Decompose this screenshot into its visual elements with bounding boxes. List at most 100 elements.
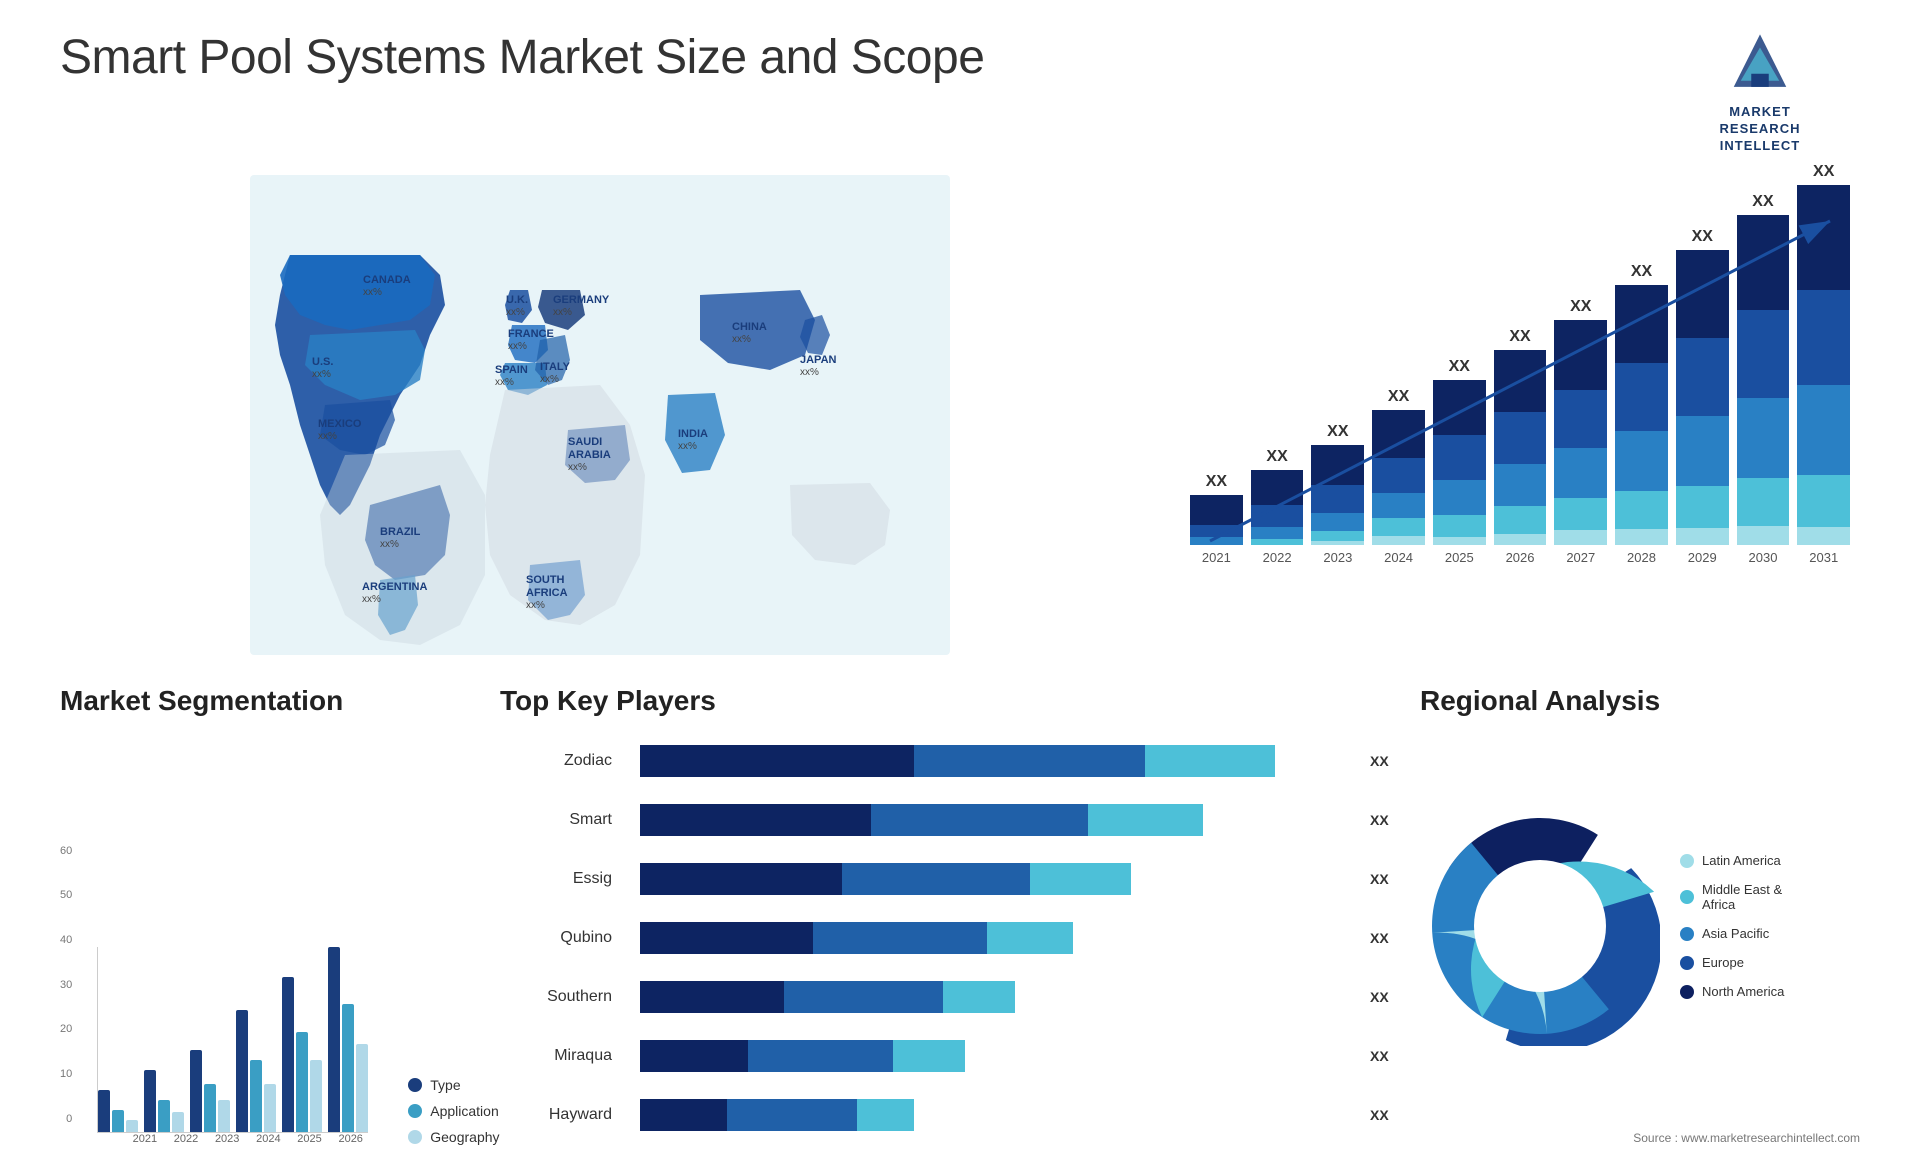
legend-label-geography: Geography [430, 1129, 499, 1145]
svg-text:xx%: xx% [506, 307, 525, 318]
players-names: Zodiac Smart Essig Qubino Southern Miraq… [500, 732, 620, 1145]
seg-x-labels: 2021 2022 2023 2024 2025 2026 [97, 1133, 368, 1145]
svg-text:GERMANY: GERMANY [553, 294, 610, 306]
source-text: Source : www.marketresearchintellect.com [1420, 1131, 1860, 1145]
svg-text:FRANCE: FRANCE [508, 328, 554, 340]
svg-text:xx%: xx% [362, 594, 381, 605]
reg-dot-europe [1680, 956, 1694, 970]
seg-bar-group [236, 1010, 276, 1132]
top-section: CANADA xx% U.S. xx% MEXICO xx% BRAZIL xx… [60, 175, 1860, 655]
legend-type: Type [408, 1077, 499, 1093]
reg-legend-na: North America [1680, 984, 1784, 999]
seg-bar-group [144, 1070, 184, 1132]
svg-text:AFRICA: AFRICA [526, 587, 568, 599]
svg-text:SOUTH: SOUTH [526, 574, 565, 586]
svg-text:xx%: xx% [312, 369, 331, 380]
svg-text:MEXICO: MEXICO [318, 418, 362, 430]
player-xx-zodiac: XX [1370, 753, 1400, 769]
bar-group-2025: XX 2025 [1433, 358, 1486, 565]
bar-group-2028: XX 2028 [1615, 263, 1668, 565]
bottom-section: Market Segmentation 60 50 40 30 20 10 0 [60, 685, 1860, 1145]
donut-chart [1420, 806, 1660, 1046]
seg-bar-group [190, 1050, 230, 1132]
player-bar-qubino: XX [640, 922, 1400, 954]
svg-text:CHINA: CHINA [732, 321, 767, 333]
player-bar-zodiac: XX [640, 745, 1400, 777]
svg-text:INDIA: INDIA [678, 428, 708, 440]
bar-group-2027: XX 2027 [1554, 298, 1607, 565]
svg-text:ARABIA: ARABIA [568, 449, 611, 461]
svg-text:xx%: xx% [380, 539, 399, 550]
svg-text:xx%: xx% [508, 341, 527, 352]
bar-group-2029: XX 2029 [1676, 228, 1729, 565]
svg-text:xx%: xx% [363, 287, 382, 298]
svg-text:xx%: xx% [495, 377, 514, 388]
svg-text:ITALY: ITALY [540, 361, 571, 373]
players-inner: Zodiac Smart Essig Qubino Southern Miraq… [500, 732, 1400, 1145]
svg-text:xx%: xx% [800, 367, 819, 378]
segmentation-title: Market Segmentation [60, 685, 480, 717]
svg-text:CANADA: CANADA [363, 274, 411, 286]
svg-text:xx%: xx% [732, 334, 751, 345]
reg-label-na: North America [1702, 984, 1784, 999]
regional-container: Regional Analysis [1420, 685, 1860, 1145]
seg-legend: Type Application Geography [408, 1077, 499, 1145]
svg-text:xx%: xx% [678, 441, 697, 452]
legend-geography: Geography [408, 1129, 499, 1145]
logo-area: MARKETRESEARCHINTELLECT [1660, 30, 1860, 155]
player-xx-smart: XX [1370, 812, 1400, 828]
logo-icon [1725, 30, 1795, 100]
reg-dot-apac [1680, 927, 1694, 941]
reg-dot-mea [1680, 890, 1694, 904]
player-xx-southern: XX [1370, 989, 1400, 1005]
page-title: Smart Pool Systems Market Size and Scope [60, 30, 984, 85]
svg-text:U.S.: U.S. [312, 356, 333, 368]
seg-bars [97, 947, 368, 1133]
player-name-essig: Essig [500, 870, 620, 888]
svg-text:U.K.: U.K. [506, 294, 528, 306]
reg-legend-latin: Latin America [1680, 853, 1784, 868]
reg-legend-apac: Asia Pacific [1680, 926, 1784, 941]
svg-text:xx%: xx% [553, 307, 572, 318]
seg-bar-group [328, 947, 368, 1132]
svg-text:xx%: xx% [318, 431, 337, 442]
logo-text: MARKETRESEARCHINTELLECT [1720, 104, 1801, 155]
player-xx-miraqua: XX [1370, 1048, 1400, 1064]
reg-label-latin: Latin America [1702, 853, 1781, 868]
player-name-hayward: Hayward [500, 1106, 620, 1124]
bar-group-2030: XX 2030 [1737, 193, 1790, 565]
bar-group-2022: XX 2022 [1251, 448, 1304, 565]
player-name-zodiac: Zodiac [500, 752, 620, 770]
reg-dot-na [1680, 985, 1694, 999]
bar-group-2024: XX 2024 [1372, 388, 1425, 565]
player-bar-miraqua: XX [640, 1040, 1400, 1072]
player-xx-qubino: XX [1370, 930, 1400, 946]
legend-dot-geography [408, 1130, 422, 1144]
regional-legend: Latin America Middle East &Africa Asia P… [1680, 853, 1784, 999]
regional-title: Regional Analysis [1420, 685, 1860, 717]
seg-bar-group [282, 977, 322, 1132]
player-name-smart: Smart [500, 811, 620, 829]
reg-label-apac: Asia Pacific [1702, 926, 1769, 941]
legend-application: Application [408, 1103, 499, 1119]
reg-dot-latin [1680, 854, 1694, 868]
player-bar-smart: XX [640, 804, 1400, 836]
seg-y-axis: 60 50 40 30 20 10 0 [60, 845, 77, 1145]
legend-dot-application [408, 1104, 422, 1118]
player-bar-essig: XX [640, 863, 1400, 895]
seg-bar-group [98, 1090, 138, 1132]
map-container: CANADA xx% U.S. xx% MEXICO xx% BRAZIL xx… [60, 175, 1140, 655]
reg-label-europe: Europe [1702, 955, 1744, 970]
players-container: Top Key Players Zodiac Smart Essig Qubin… [500, 685, 1400, 1145]
world-map-svg: CANADA xx% U.S. xx% MEXICO xx% BRAZIL xx… [60, 175, 1140, 655]
reg-label-mea: Middle East &Africa [1702, 882, 1782, 912]
svg-text:SPAIN: SPAIN [495, 364, 528, 376]
header: Smart Pool Systems Market Size and Scope… [60, 30, 1860, 155]
bar-group-2021: XX 2021 [1190, 473, 1243, 565]
regional-inner: Latin America Middle East &Africa Asia P… [1420, 732, 1860, 1121]
player-name-southern: Southern [500, 988, 620, 1006]
player-name-miraqua: Miraqua [500, 1047, 620, 1065]
reg-legend-mea: Middle East &Africa [1680, 882, 1784, 912]
players-title: Top Key Players [500, 685, 1400, 717]
segmentation-container: Market Segmentation 60 50 40 30 20 10 0 [60, 685, 480, 1145]
